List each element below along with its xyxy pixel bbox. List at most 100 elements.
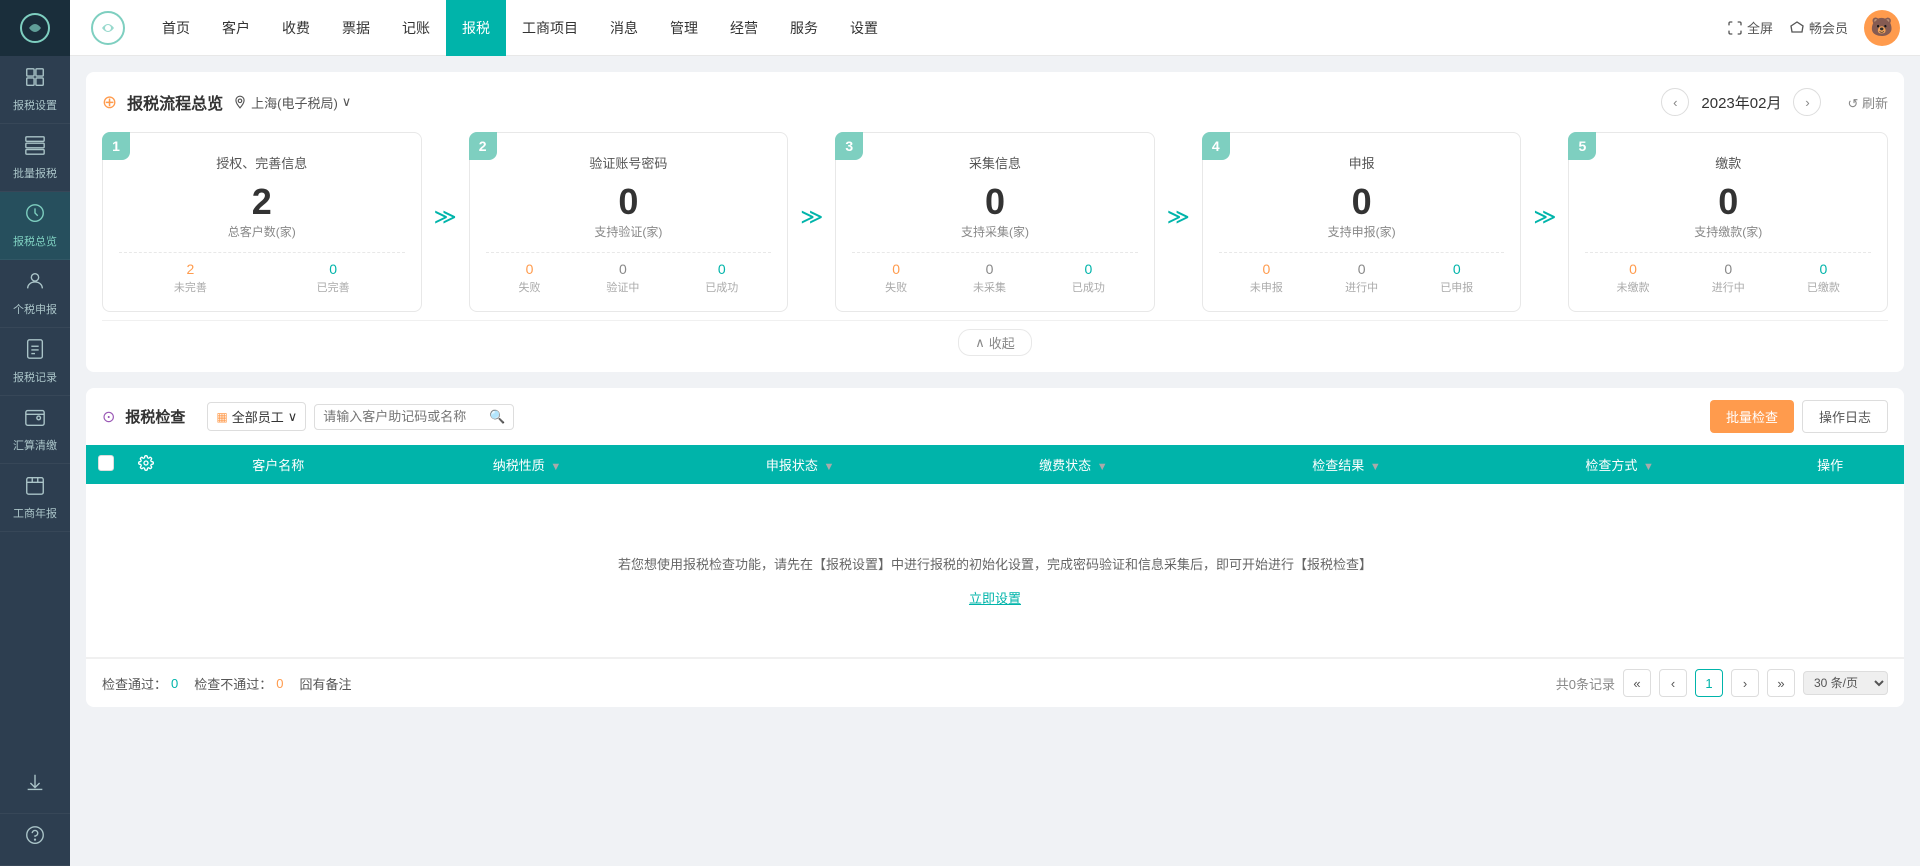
stat-name: 已缴款: [1807, 279, 1840, 295]
stat-val: 0: [1263, 261, 1271, 277]
step-count-3: 0: [852, 180, 1138, 223]
sidebar-item-personal-report[interactable]: 个税申报: [0, 260, 70, 328]
last-page-btn[interactable]: »: [1767, 669, 1795, 697]
search-input[interactable]: [323, 409, 483, 424]
col-operation: 操作: [1756, 445, 1904, 484]
next-page-btn[interactable]: ›: [1731, 669, 1759, 697]
settlement-icon: [24, 406, 46, 434]
check-actions: 批量检查 操作日志: [1710, 400, 1888, 433]
filter-tag[interactable]: ▼: [1097, 461, 1108, 473]
pass-label: 检查通过：: [102, 674, 167, 693]
col-check-result: 检查结果 ▼: [1210, 445, 1483, 484]
stat-item: 0 失败: [885, 261, 907, 295]
stat-item: 0 验证中: [606, 261, 639, 295]
step-label-5: 支持缴款(家): [1585, 223, 1871, 240]
overview-title: 报税流程总览: [127, 90, 223, 114]
sidebar-item-settlement[interactable]: 汇算清缴: [0, 396, 70, 464]
select-all-checkbox[interactable]: [98, 455, 114, 471]
stat-name: 失败: [885, 279, 907, 295]
table-empty: 若您想使用报税检查功能，请先在【报税设置】中进行报税的初始化设置，完成密码验证和…: [98, 494, 1892, 647]
stat-val: 2: [186, 261, 194, 277]
operation-log-btn[interactable]: 操作日志: [1802, 400, 1888, 433]
stat-item: 0 已成功: [705, 261, 738, 295]
nav-tax[interactable]: 报税: [446, 0, 506, 56]
nav-service[interactable]: 服务: [774, 0, 834, 56]
step-title-2: 验证账号密码: [486, 153, 772, 172]
step-arrow: ≫: [1533, 122, 1556, 312]
sidebar-item-tax-overview[interactable]: 报税总览: [0, 192, 70, 260]
prev-page-btn[interactable]: ‹: [1659, 669, 1687, 697]
vip-btn[interactable]: 畅会员: [1789, 18, 1848, 37]
next-month-btn[interactable]: ›: [1793, 88, 1821, 116]
download-icon: [24, 772, 46, 800]
empty-message: 若您想使用报税检查功能，请先在【报税设置】中进行报税的初始化设置，完成密码验证和…: [118, 554, 1872, 573]
filter-tag[interactable]: ▼: [1643, 461, 1654, 473]
stat-name: 已成功: [1072, 279, 1105, 295]
nav-home[interactable]: 首页: [146, 0, 206, 56]
sidebar-item-tax-records[interactable]: 报税记录: [0, 328, 70, 396]
col-label: 缴费状态: [1039, 458, 1091, 473]
sidebar-item-batch-tax[interactable]: 批量报税: [0, 124, 70, 192]
stat-item: 0 未缴款: [1617, 261, 1650, 295]
nav-business[interactable]: 工商项目: [506, 0, 594, 56]
stat-item: 0 已缴款: [1807, 261, 1840, 295]
nav-invoices[interactable]: 票据: [326, 0, 386, 56]
step-title-1: 授权、完善信息: [119, 153, 405, 172]
refresh-label: 刷新: [1862, 96, 1888, 111]
flow-step-2: 2 验证账号密码 0 支持验证(家) 0 失败 0 验证中: [469, 132, 789, 312]
sidebar-item-annual-report[interactable]: 工商年报: [0, 464, 70, 532]
note-label: 囧有备注: [300, 674, 352, 693]
table-footer: 检查通过： 0 检查不通过： 0 囧有备注 共0条记录 « ‹ 1 › »: [86, 658, 1904, 707]
stat-name: 已成功: [705, 279, 738, 295]
sidebar-item-help[interactable]: [0, 814, 70, 866]
refresh-btn[interactable]: ↺ 刷新: [1847, 93, 1888, 112]
step-label-3: 支持采集(家): [852, 223, 1138, 240]
vip-label: 畅会员: [1809, 18, 1848, 37]
col-label: 检查方式: [1585, 458, 1637, 473]
nav-clients[interactable]: 客户: [206, 0, 266, 56]
nav-messages[interactable]: 消息: [594, 0, 654, 56]
topnav-logo: [90, 10, 126, 46]
nav-settings[interactable]: 设置: [834, 0, 894, 56]
tax-settings-icon: [24, 66, 46, 94]
sidebar-item-tax-settings[interactable]: 报税设置: [0, 56, 70, 124]
stat-name: 未采集: [973, 279, 1006, 295]
per-page-select[interactable]: 30 条/页 50 条/页 100 条/页: [1803, 671, 1888, 695]
current-page: 1: [1695, 669, 1723, 697]
app-logo: [0, 0, 70, 56]
stat-name: 进行中: [1712, 279, 1745, 295]
pass-val[interactable]: 0: [171, 676, 178, 691]
month-text: 2023年02月: [1701, 92, 1781, 113]
collapse-btn[interactable]: ∧ 收起: [958, 329, 1032, 356]
avatar[interactable]: 🐻: [1864, 10, 1900, 46]
search-icon[interactable]: 🔍: [489, 409, 505, 425]
nav-fees[interactable]: 收费: [266, 0, 326, 56]
step-stats-1: 2 未完善 0 已完善: [119, 261, 405, 295]
sidebar-item-download[interactable]: [0, 762, 70, 814]
location-tag[interactable]: 上海(电子税局) ∨: [233, 93, 351, 112]
overview-header: ⊕ 报税流程总览 上海(电子税局) ∨ ‹ 2023年02月 › ↺ 刷新: [102, 88, 1888, 116]
fail-val[interactable]: 0: [276, 676, 283, 691]
nav-accounting[interactable]: 记账: [386, 0, 446, 56]
stat-item: 2 未完善: [174, 261, 207, 295]
fullscreen-btn[interactable]: 全屏: [1727, 18, 1773, 37]
sidebar-bottom: [0, 762, 70, 866]
sidebar-item-label: 汇算清缴: [13, 437, 57, 453]
first-page-btn[interactable]: «: [1623, 669, 1651, 697]
batch-check-btn[interactable]: 批量检查: [1710, 400, 1794, 433]
nav-management[interactable]: 管理: [654, 0, 714, 56]
filter-tag[interactable]: ▼: [1370, 461, 1381, 473]
stat-item: 0 未采集: [973, 261, 1006, 295]
filter-tag[interactable]: ▼: [824, 461, 835, 473]
filter-label: 全部员工: [232, 407, 284, 426]
employee-filter[interactable]: ▦ 全部员工 ∨: [207, 402, 306, 431]
check-title: 报税检查: [125, 406, 185, 427]
check-filter: ▦ 全部员工 ∨ 🔍: [207, 402, 514, 431]
setup-link[interactable]: 立即设置: [969, 591, 1021, 606]
filter-tag[interactable]: ▼: [550, 461, 561, 473]
nav-operations[interactable]: 经营: [714, 0, 774, 56]
stat-item: 0 已完善: [317, 261, 350, 295]
tax-overview-icon: [24, 202, 46, 230]
stat-val: 0: [718, 261, 726, 277]
prev-month-btn[interactable]: ‹: [1661, 88, 1689, 116]
